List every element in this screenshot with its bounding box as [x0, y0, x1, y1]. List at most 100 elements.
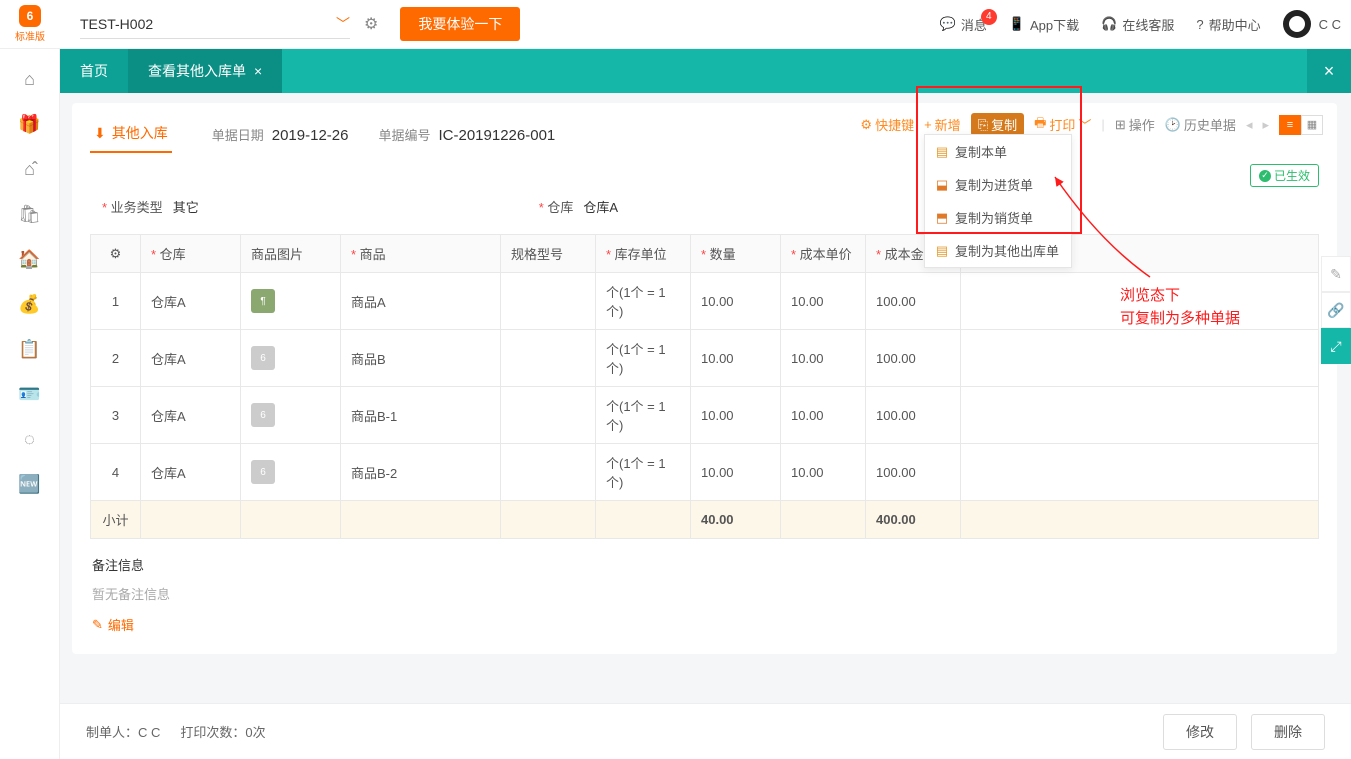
row-product: 商品B	[341, 330, 501, 387]
nav-home-icon[interactable]: ⌂	[0, 57, 60, 102]
nav-bag-icon[interactable]: 🛍	[0, 192, 60, 237]
row-index: 2	[91, 330, 141, 387]
nav-money-icon[interactable]: 💰	[0, 282, 60, 327]
content-area: ⬇ 其他入库 单据日期2019-12-26 单据编号IC-20191226-00…	[60, 93, 1351, 759]
rb-expand-icon[interactable]: ⤢	[1321, 328, 1351, 364]
row-qty: 10.00	[691, 444, 781, 501]
row-product: 商品B-2	[341, 444, 501, 501]
username: C C	[1319, 17, 1341, 32]
phone-icon: 📱	[1009, 16, 1025, 32]
col-image: 商品图片	[241, 235, 341, 273]
messages[interactable]: 💬 消息 4	[940, 15, 987, 34]
chevron-down-icon: ﹀	[1078, 115, 1091, 134]
code-value: IC-20191226-001	[439, 127, 556, 144]
close-all-tabs[interactable]: ×	[1307, 49, 1351, 93]
tab-close-icon[interactable]: ×	[254, 63, 262, 79]
row-spec	[501, 444, 596, 501]
col-unit: 库存单位	[596, 235, 691, 273]
edit-remarks-button[interactable]: ✎ 编辑	[92, 615, 1317, 634]
headset-icon: 🎧	[1101, 16, 1117, 32]
prev-icon[interactable]: ◂	[1246, 117, 1253, 133]
right-toolbar: ✎ 🔗 ⤢	[1321, 256, 1351, 364]
product-image-icon: 6	[251, 460, 275, 484]
print-button[interactable]: 🖶打印﹀	[1034, 114, 1091, 136]
view-grid-icon[interactable]: ▦	[1301, 115, 1323, 135]
product-image-icon: ¶	[251, 289, 275, 313]
row-index: 3	[91, 387, 141, 444]
help-label: 帮助中心	[1209, 15, 1261, 34]
nav-building-icon[interactable]: 🏠	[0, 237, 60, 282]
history-icon: 🕑	[1165, 117, 1181, 133]
table-row[interactable]: 2仓库A6商品B个(1个 = 1个)10.0010.00100.00	[91, 330, 1319, 387]
row-amount: 100.00	[866, 387, 961, 444]
nav-clipboard-icon[interactable]: 📋	[0, 327, 60, 372]
code-label: 单据编号	[378, 128, 430, 143]
meta-row: 业务类型其它 仓库仓库A	[72, 189, 1337, 234]
nav-loading-icon[interactable]: ◌	[0, 417, 60, 462]
download-label: App下载	[1030, 15, 1079, 34]
trial-button[interactable]: 我要体验一下	[400, 7, 520, 41]
subtotal-amount: 400.00	[866, 501, 961, 539]
copy-as-purchase[interactable]: ⬓复制为进货单	[925, 168, 1071, 201]
table-row[interactable]: 4仓库A6商品B-2个(1个 = 1个)10.0010.00100.00	[91, 444, 1319, 501]
row-product: 商品B-1	[341, 387, 501, 444]
logo: 6 标准版	[0, 5, 60, 43]
row-unit: 个(1个 = 1个)	[596, 330, 691, 387]
new-button[interactable]: +新增	[924, 115, 961, 134]
row-image: 6	[241, 387, 341, 444]
delete-button[interactable]: 删除	[1251, 714, 1325, 750]
view-list-icon[interactable]: ≡	[1279, 115, 1301, 135]
rb-link-icon[interactable]: 🔗	[1321, 292, 1351, 328]
settings-icon[interactable]: ⚙	[364, 14, 378, 34]
nav-new-icon[interactable]: 🆕	[0, 462, 60, 507]
copy-button[interactable]: ⎘复制	[971, 113, 1024, 136]
copy-as-sales[interactable]: ⬒复制为销货单	[925, 201, 1071, 234]
app-download[interactable]: 📱 App下载	[1009, 15, 1079, 34]
next-icon[interactable]: ▸	[1262, 117, 1269, 133]
table-row[interactable]: 3仓库A6商品B-1个(1个 = 1个)10.0010.00100.00	[91, 387, 1319, 444]
row-spec	[501, 387, 596, 444]
nav-gift-icon[interactable]: 🎁	[0, 102, 60, 147]
history-button[interactable]: 🕑历史单据	[1165, 115, 1236, 134]
org-selector[interactable]: TEST-H002 ﹀	[80, 9, 350, 39]
document-card: ⬇ 其他入库 单据日期2019-12-26 单据编号IC-20191226-00…	[72, 103, 1337, 654]
box-icon: ⬓	[935, 177, 949, 193]
biztype-label: 业务类型	[102, 200, 163, 215]
nav-house-icon[interactable]: ⌂̂	[0, 147, 60, 192]
row-unit: 个(1个 = 1个)	[596, 273, 691, 330]
status-badge: 已生效	[1250, 164, 1319, 187]
creator-info: 制单人：C C	[86, 722, 160, 741]
operations-button[interactable]: ⊞操作	[1115, 115, 1155, 134]
gear-icon: ⚙	[860, 117, 872, 133]
avatar[interactable]	[1283, 10, 1311, 38]
col-ucost: 成本单价	[781, 235, 866, 273]
table-row[interactable]: 1仓库A¶商品A个(1个 = 1个)10.0010.00100.00	[91, 273, 1319, 330]
col-settings[interactable]: ⚙	[91, 235, 141, 273]
messages-badge: 4	[981, 9, 997, 25]
tab-home[interactable]: 首页	[60, 49, 128, 93]
copy-as-outbound[interactable]: ▤复制为其他出库单	[925, 234, 1071, 267]
copy-this-doc[interactable]: ▤复制本单	[925, 135, 1071, 168]
row-avail	[961, 273, 1319, 330]
plus-icon: +	[924, 117, 932, 132]
shortcut-button[interactable]: ⚙快捷键	[860, 115, 914, 134]
row-avail	[961, 387, 1319, 444]
customer-service[interactable]: 🎧 在线客服	[1101, 15, 1174, 34]
help-center[interactable]: ? 帮助中心	[1196, 15, 1260, 34]
col-qty: 数量	[691, 235, 781, 273]
remarks-title: 备注信息	[92, 555, 1317, 574]
chevron-down-icon: ﹀	[336, 14, 350, 34]
copy-icon: ⎘	[978, 117, 988, 133]
table-header-row: ⚙ 仓库 商品图片 商品 规格型号 库存单位 数量 成本单价 成本金额 可用量（…	[91, 235, 1319, 273]
tab-view-other-inbound[interactable]: 查看其他入库单 ×	[128, 49, 282, 93]
footer-bar: 制单人：C C 打印次数：0次 修改 删除	[60, 703, 1351, 759]
row-unit: 个(1个 = 1个)	[596, 387, 691, 444]
logo-icon: 6	[19, 5, 41, 27]
row-amount: 100.00	[866, 444, 961, 501]
document-tab[interactable]: ⬇ 其他入库	[90, 115, 172, 153]
nav-id-icon[interactable]: 🪪	[0, 372, 60, 417]
rb-note-icon[interactable]: ✎	[1321, 256, 1351, 292]
modify-button[interactable]: 修改	[1163, 714, 1237, 750]
out-icon: ▤	[935, 243, 949, 259]
row-image: 6	[241, 330, 341, 387]
